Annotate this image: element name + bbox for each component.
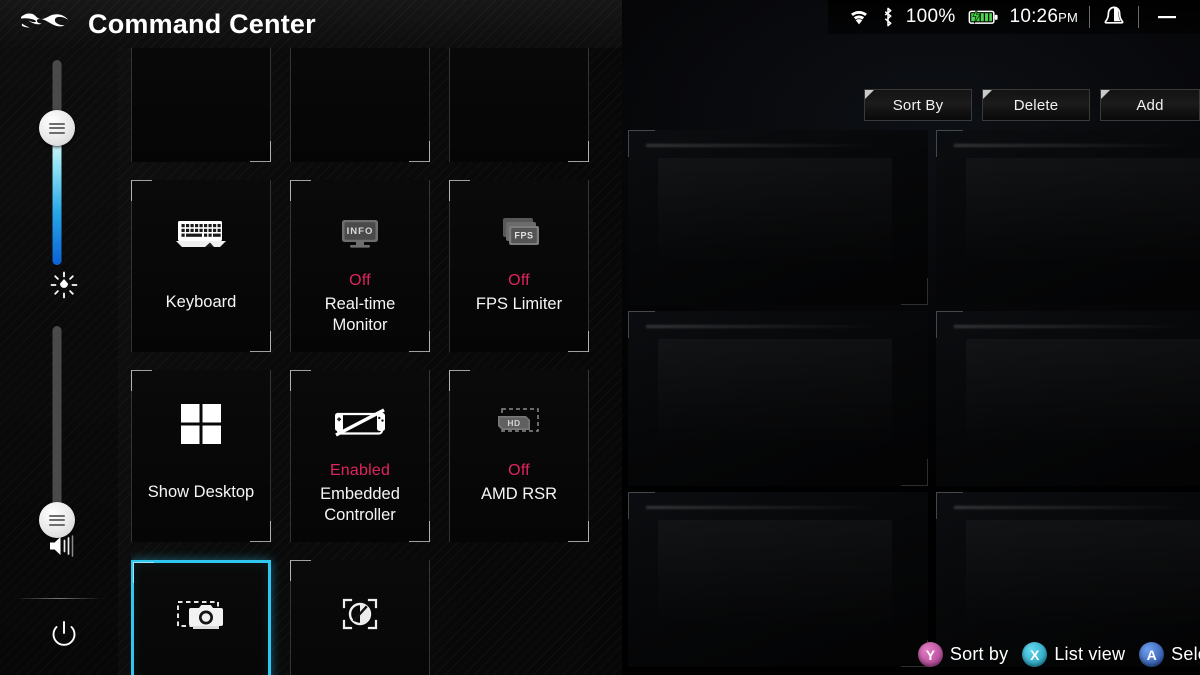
tile-partial-top-2[interactable] <box>290 48 430 162</box>
tile-state: Off <box>508 462 530 479</box>
divider <box>1089 6 1090 28</box>
tile-label: Real-time Monitor <box>324 295 396 335</box>
gamepad-disabled-icon <box>332 400 388 448</box>
status-bar: 100% 10:26PM <box>827 0 1200 34</box>
volume-slider[interactable] <box>39 326 75 538</box>
tile-partial-top-3[interactable] <box>449 48 589 162</box>
gamepad-hint-bar: Y Sort by X List view A Sele <box>917 642 1200 667</box>
screenshot-thumbnail[interactable] <box>936 492 1200 667</box>
hint-select[interactable]: A Sele <box>1139 642 1200 667</box>
rog-logo-icon <box>18 9 72 40</box>
svg-text:INFO: INFO <box>347 226 374 237</box>
sort-by-label: Sort By <box>892 96 944 114</box>
command-center-panel: Command Center Keyboard INFO Off Real-ti… <box>0 0 622 675</box>
brightness-slider-handle[interactable] <box>39 110 75 146</box>
notification-bell-icon[interactable] <box>1101 5 1127 29</box>
clock: 10:26PM <box>1009 6 1078 27</box>
hint-label: Sele <box>1171 644 1200 664</box>
brightness-icon <box>49 270 79 300</box>
tile-fps-limiter[interactable]: FPS Off FPS Limiter <box>449 180 589 352</box>
volume-icon <box>47 533 81 559</box>
tile-state: Off <box>508 272 530 289</box>
hint-label: Sort by <box>949 644 1009 664</box>
tile-partial-top-1[interactable] <box>131 48 271 162</box>
tile-label: Keyboard <box>165 293 237 311</box>
brightness-slider[interactable] <box>39 60 75 265</box>
gamepad-x-icon: X <box>1022 642 1048 667</box>
tile-real-time-monitor[interactable]: INFO Off Real-time Monitor <box>290 180 430 352</box>
quick-settings-tile-grid: Keyboard INFO Off Real-time Monitor FPS … <box>131 48 589 675</box>
sort-by-button[interactable]: Sort By <box>864 89 972 121</box>
delete-button[interactable]: Delete <box>982 89 1090 121</box>
gamepad-a-icon: A <box>1139 642 1165 667</box>
tile-label: Embedded Controller <box>320 485 400 525</box>
minimize-icon[interactable] <box>1150 12 1184 22</box>
corner-notch-icon <box>865 90 874 99</box>
corner-notch-icon <box>1101 90 1110 99</box>
corner-notch-icon <box>983 90 992 99</box>
record-screen-icon <box>335 590 385 638</box>
left-rail <box>0 48 118 675</box>
fps-layers-icon: FPS <box>493 210 545 258</box>
quick-settings-tile-area: Keyboard INFO Off Real-time Monitor FPS … <box>131 48 609 675</box>
screenshot-thumbnail[interactable] <box>628 130 928 305</box>
tile-record-screen[interactable]: Record Screen <box>290 560 430 675</box>
battery-percent: 100% <box>905 6 956 27</box>
add-label: Add <box>1136 96 1164 114</box>
screenshot-thumbnail[interactable] <box>936 311 1200 486</box>
tile-keyboard[interactable]: Keyboard <box>131 180 271 352</box>
battery-charging-icon <box>967 7 999 27</box>
tile-show-desktop[interactable]: Show Desktop <box>131 370 271 542</box>
wifi-icon[interactable] <box>848 8 870 26</box>
svg-text:FPS: FPS <box>514 231 533 241</box>
tile-label: AMD RSR <box>480 485 558 503</box>
tile-label: FPS Limiter <box>475 295 563 313</box>
page-title: Command Center <box>88 8 316 39</box>
gallery-toolbar: Sort By Delete Add <box>864 89 1200 121</box>
tile-embedded-controller[interactable]: Enabled Embedded Controller <box>290 370 430 542</box>
screen-root: Sort By Delete Add Y Sort by X List view… <box>0 0 1200 675</box>
power-button[interactable] <box>47 618 81 652</box>
screenshot-thumbnail[interactable] <box>628 492 928 667</box>
camera-screenshot-icon <box>173 593 229 641</box>
add-button[interactable]: Add <box>1100 89 1200 121</box>
gamepad-y-icon: Y <box>917 642 943 667</box>
tile-state: Enabled <box>329 462 391 479</box>
screenshot-thumbnail[interactable] <box>936 130 1200 305</box>
hint-label: List view <box>1054 644 1126 664</box>
screenshot-thumbnail[interactable] <box>628 311 928 486</box>
svg-text:HD: HD <box>507 418 520 428</box>
hint-sort-by[interactable]: Y Sort by <box>917 642 1009 667</box>
rail-divider <box>16 598 102 599</box>
windows-grid-icon <box>178 400 224 448</box>
tile-amd-rsr[interactable]: HD Off AMD RSR <box>449 370 589 542</box>
tile-label: Show Desktop <box>147 483 255 501</box>
delete-label: Delete <box>1013 96 1059 114</box>
bluetooth-icon[interactable] <box>881 7 895 27</box>
info-monitor-icon: INFO <box>334 210 386 258</box>
hint-list-view[interactable]: X List view <box>1022 642 1125 667</box>
tile-take-screenshot[interactable]: Take Screenshot <box>131 560 271 675</box>
hd-upscale-icon: HD <box>492 400 546 448</box>
tile-state: Off <box>349 272 371 289</box>
screenshot-gallery-grid <box>628 130 1200 670</box>
divider <box>1138 6 1139 28</box>
command-center-header: Command Center <box>0 0 622 48</box>
keyboard-icon <box>174 210 228 258</box>
